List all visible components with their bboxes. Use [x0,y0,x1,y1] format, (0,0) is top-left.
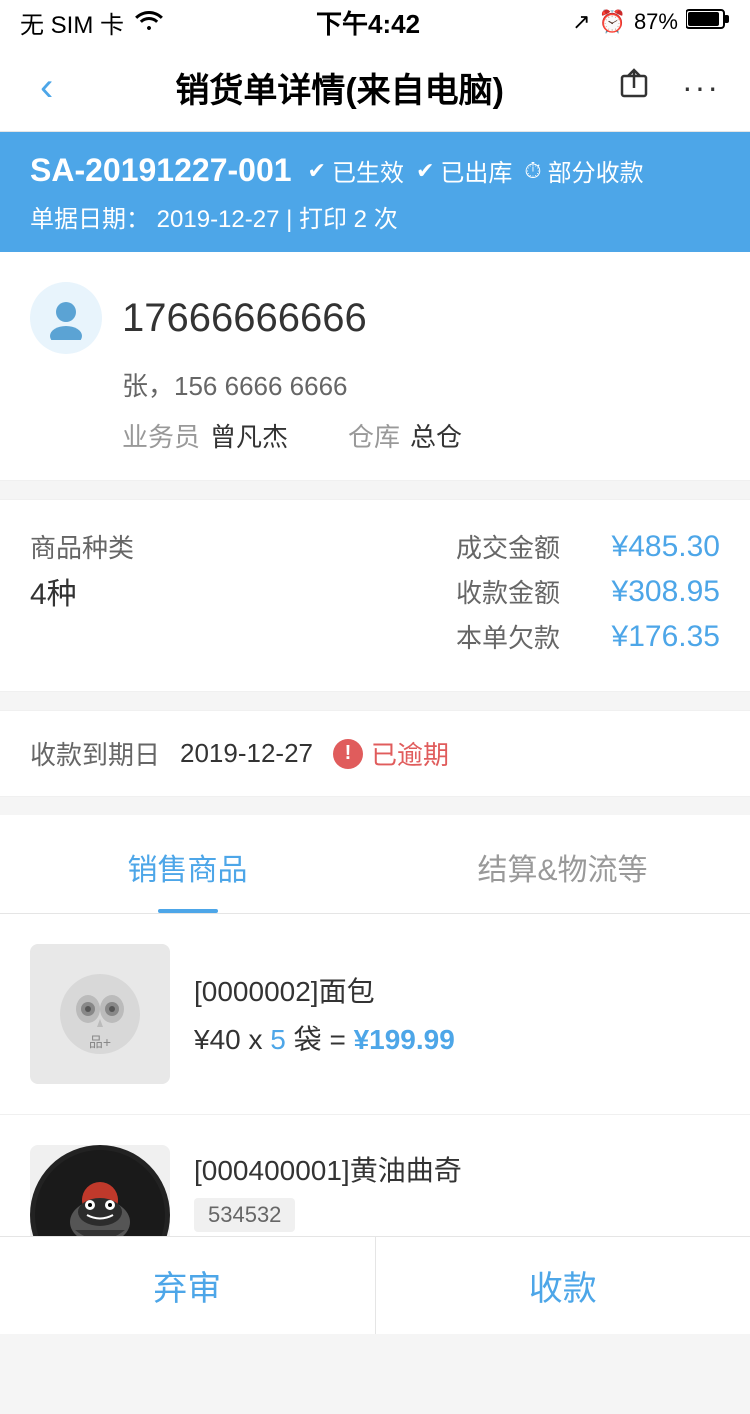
customer-section: 17666666666 张，156 6666 6666 业务员 曾凡杰 仓库 总… [0,252,750,481]
battery-icon [686,8,730,36]
abandon-review-button[interactable]: 弃审 [0,1237,376,1334]
debt-label: 本单欠款 [456,618,560,655]
agent-name: 曾凡杰 [210,417,288,454]
customer-phone: 17666666666 [122,296,367,341]
wifi-icon [134,8,164,37]
amount-info: 成交金额 ¥485.30 收款金额 ¥308.95 本单欠款 ¥176.35 [456,528,720,663]
page-title: 销货单详情(来自电脑) [175,63,504,112]
product-name-1: [0000002]面包 [194,970,720,1010]
category-count: 4种 [30,569,134,613]
overdue-text: 已逾期 [371,735,449,772]
status-bar-time: 下午4:42 [316,4,420,41]
received-value: ¥308.95 [580,575,720,609]
tabs-section: 销售商品 结算&物流等 [0,815,750,914]
category-label: 商品种类 [30,528,134,565]
check-icon-1: ✔ [308,158,326,184]
summary-section: 商品种类 4种 成交金额 ¥485.30 收款金额 ¥308.95 本单欠款 ¥… [0,499,750,692]
product-price-1: ¥40 x 5 袋 = ¥199.99 [194,1018,720,1058]
due-section: 收款到期日 2019-12-27 ! 已逾期 [0,710,750,797]
alarm-icon: ⏰ [599,9,626,35]
tab-sales-items[interactable]: 销售商品 [0,815,375,913]
location-icon: ↗ [572,9,590,35]
status-bar-right: ↗ ⏰ 87% [572,8,730,36]
product-image-1: 品+ [30,944,170,1084]
customer-meta: 业务员 曾凡杰 仓库 总仓 [122,417,720,454]
status-partial-payment: ⏱ 部分收款 [524,153,643,188]
status-tags: ✔ 已生效 ✔ 已出库 ⏱ 部分收款 [308,153,644,188]
overdue-badge: ! 已逾期 [333,735,449,772]
svg-text:品+: 品+ [89,1034,111,1050]
due-date: 2019-12-27 [180,738,313,769]
product-total-1: ¥199.99 [354,1024,455,1055]
product-name-2: [000400001]黄油曲奇 [194,1149,720,1189]
share-icon[interactable] [616,66,652,110]
customer-avatar [30,282,102,354]
carrier-text: 无 SIM 卡 [20,5,124,40]
debt-value: ¥176.35 [580,620,720,654]
warehouse-name: 总仓 [410,417,462,454]
customer-name-phone: 张，156 6666 6666 [122,366,720,403]
status-bar-left: 无 SIM 卡 [20,5,164,40]
collect-payment-button[interactable]: 收款 [376,1237,750,1334]
order-banner: SA-20191227-001 ✔ 已生效 ✔ 已出库 ⏱ 部分收款 单据日期：… [0,132,750,252]
more-icon[interactable]: ··· [682,69,720,106]
agent-label: 业务员 [122,417,200,454]
bottom-bar: 弃审 收款 [0,1236,750,1334]
product-placeholder-1: 品+ [30,944,170,1084]
amount-value: ¥485.30 [580,530,720,564]
nav-bar: ‹ 销货单详情(来自电脑) ··· [0,44,750,132]
back-button[interactable]: ‹ [30,65,63,110]
check-icon-2: ✔ [416,158,434,184]
order-date-info: 单据日期： 2019-12-27 | 打印 2 次 [30,199,720,234]
battery-text: 87% [634,9,678,35]
amount-label: 成交金额 [456,528,560,565]
overdue-icon: ! [333,739,363,769]
product-qty-1: 5 [270,1024,286,1055]
clock-icon: ⏱ [524,158,541,184]
nav-icons: ··· [616,66,720,110]
due-label: 收款到期日 [30,735,160,772]
status-shipped: ✔ 已出库 [416,153,512,188]
warehouse-label: 仓库 [348,417,400,454]
product-info-1: [0000002]面包 ¥40 x 5 袋 = ¥199.99 [194,970,720,1058]
received-label: 收款金额 [456,573,560,610]
category-info: 商品种类 4种 [30,528,134,613]
product-badge-2: 534532 [194,1198,295,1232]
status-bar: 无 SIM 卡 下午4:42 ↗ ⏰ 87% [0,0,750,44]
tab-settlement[interactable]: 结算&物流等 [375,815,750,913]
status-effective: ✔ 已生效 [308,153,404,188]
order-id: SA-20191227-001 [30,152,292,189]
product-item: 品+ [0000002]面包 ¥40 x 5 袋 = ¥199.99 [0,914,750,1115]
